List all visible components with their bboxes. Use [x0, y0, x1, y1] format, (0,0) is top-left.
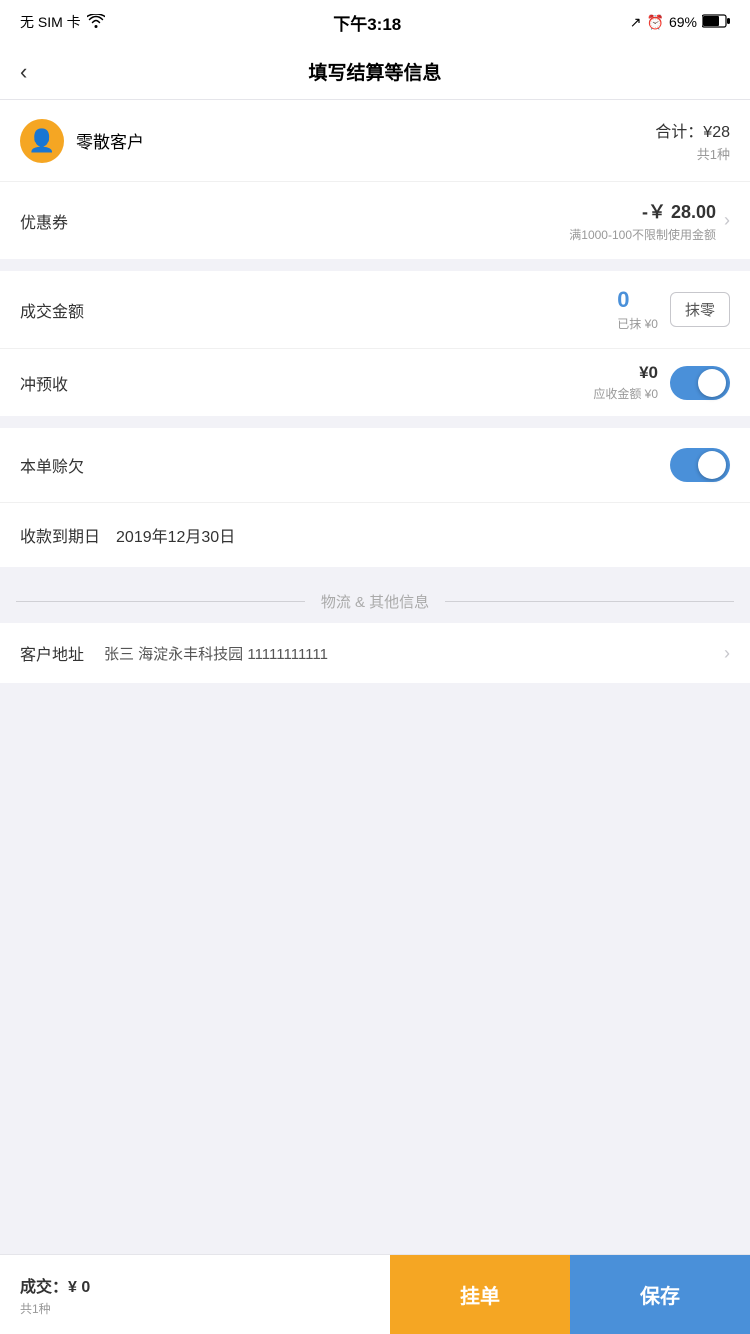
- deal-sub: 已抹 ¥0: [617, 315, 658, 332]
- logistics-line-left: [16, 601, 305, 602]
- customer-avatar: 👤: [20, 119, 64, 163]
- address-label: 客户地址: [20, 641, 84, 665]
- bottom-info: 成交：¥ 0 共1种: [0, 1273, 390, 1317]
- prepay-right: ¥0 应收金额 ¥0: [593, 363, 730, 402]
- status-left: 无 SIM 卡: [20, 12, 105, 32]
- coupon-discount: -￥ 28.00: [569, 198, 716, 224]
- coupon-label: 优惠券: [20, 209, 68, 233]
- status-bar: 无 SIM 卡 下午3:18 ↗ ⏰ 69%: [0, 0, 750, 44]
- customer-section: 👤 零散客户 合计：¥28 共1种 优惠券 -￥ 28.00 满1000-100…: [0, 100, 750, 259]
- prepay-row: 冲预收 ¥0 应收金额 ¥0: [0, 349, 750, 416]
- avatar-icon: 👤: [28, 128, 55, 154]
- customer-name: 零散客户: [76, 128, 144, 153]
- customer-count: 共1种: [655, 144, 730, 163]
- deal-amount-label: 成交金额: [20, 298, 84, 322]
- back-button[interactable]: ‹: [20, 59, 27, 85]
- logistics-line-right: [445, 601, 734, 602]
- prepay-toggle[interactable]: [670, 366, 730, 400]
- prepay-label: 冲预收: [20, 371, 68, 395]
- logistics-divider: 物流 & 其他信息: [0, 579, 750, 623]
- bottom-bar: 成交：¥ 0 共1种 挂单 保存: [0, 1254, 750, 1334]
- coupon-row[interactable]: 优惠券 -￥ 28.00 满1000-100不限制使用金额 ›: [0, 181, 750, 259]
- alarm-icon: ⏰: [647, 14, 664, 31]
- due-date-label: 收款到期日: [20, 523, 100, 547]
- deal-value-wrap: 0 已抹 ¥0: [617, 287, 658, 332]
- debt-label: 本单赊欠: [20, 453, 84, 477]
- status-time: 下午3:18: [333, 10, 401, 35]
- customer-row: 👤 零散客户 合计：¥28 共1种: [0, 100, 750, 181]
- prepay-amount: ¥0: [593, 363, 658, 383]
- nav-title: 填写结算等信息: [308, 58, 441, 85]
- address-row[interactable]: 客户地址 张三 海淀永丰科技园 11111111111 ›: [0, 623, 750, 683]
- customer-total: 合计：¥28: [655, 118, 730, 142]
- prepay-value-wrap: ¥0 应收金额 ¥0: [593, 363, 658, 402]
- customer-left: 👤 零散客户: [20, 119, 144, 163]
- debt-row: 本单赊欠: [0, 428, 750, 503]
- deal-value: 0: [617, 287, 658, 313]
- logistics-label: 物流 & 其他信息: [321, 591, 429, 612]
- customer-right: 合计：¥28 共1种: [655, 118, 730, 163]
- deal-right: 0 已抹 ¥0 抹零: [617, 287, 730, 332]
- debt-section: 本单赊欠 收款到期日 2019年12月30日: [0, 428, 750, 567]
- address-value: 张三 海淀永丰科技园 11111111111: [104, 643, 724, 664]
- coupon-chevron-icon: ›: [724, 210, 730, 231]
- bottom-deal: 成交：¥ 0: [20, 1273, 370, 1297]
- coupon-value-wrap: -￥ 28.00 满1000-100不限制使用金额: [569, 198, 716, 243]
- due-date-value: 2019年12月30日: [116, 523, 235, 547]
- address-section: 客户地址 张三 海淀永丰科技园 11111111111 ›: [0, 623, 750, 683]
- wifi-icon: [87, 14, 105, 31]
- deal-amount-row: 成交金额 0 已抹 ¥0 抹零: [0, 271, 750, 349]
- hang-button[interactable]: 挂单: [390, 1255, 570, 1334]
- prepay-sub: 应收金额 ¥0: [593, 385, 658, 402]
- bottom-count: 共1种: [20, 1300, 370, 1317]
- address-chevron-icon: ›: [724, 643, 730, 664]
- due-date-row[interactable]: 收款到期日 2019年12月30日: [0, 503, 750, 567]
- coupon-desc: 满1000-100不限制使用金额: [569, 226, 716, 243]
- bottom-deal-label: 成交：: [20, 1279, 68, 1296]
- save-button[interactable]: 保存: [570, 1255, 750, 1334]
- content: 👤 零散客户 合计：¥28 共1种 优惠券 -￥ 28.00 满1000-100…: [0, 100, 750, 785]
- battery-icon: [702, 14, 730, 31]
- carrier-text: 无 SIM 卡: [20, 12, 81, 32]
- bottom-deal-value: ¥ 0: [68, 1279, 90, 1296]
- deal-section: 成交金额 0 已抹 ¥0 抹零 冲预收 ¥0 应收金额 ¥0: [0, 271, 750, 416]
- round-zero-button[interactable]: 抹零: [670, 292, 730, 327]
- location-icon: ↗: [630, 14, 642, 31]
- battery-text: 69%: [669, 14, 697, 30]
- nav-bar: ‹ 填写结算等信息: [0, 44, 750, 100]
- coupon-right: -￥ 28.00 满1000-100不限制使用金额 ›: [569, 198, 730, 243]
- status-right: ↗ ⏰ 69%: [630, 14, 730, 31]
- debt-toggle[interactable]: [670, 448, 730, 482]
